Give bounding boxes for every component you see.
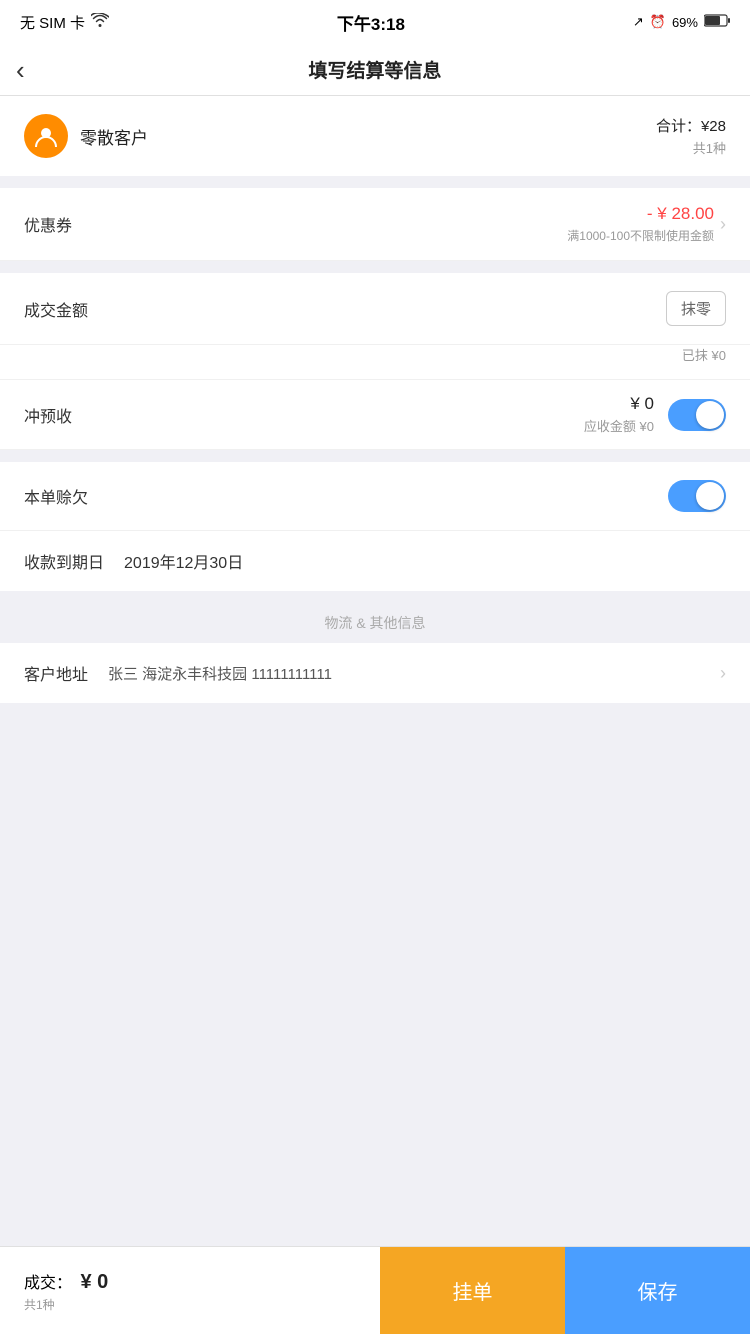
debit-toggle-knob bbox=[696, 482, 724, 510]
carrier-text: 无 SIM 卡 bbox=[20, 12, 85, 33]
divider-1 bbox=[0, 176, 750, 188]
customer-left: 零散客户 bbox=[24, 114, 148, 158]
divider-4 bbox=[0, 591, 750, 603]
round-zero-button[interactable]: 抹零 bbox=[666, 291, 726, 326]
address-value: 张三 海淀永丰科技园 11111111111 bbox=[108, 663, 694, 684]
transaction-amount-input[interactable]: 0 bbox=[576, 296, 656, 322]
advance-main-amount: ¥ 0 bbox=[584, 394, 654, 414]
logistics-label: 物流 & 其他信息 bbox=[324, 613, 425, 633]
alarm-icon: ⏰ bbox=[650, 14, 666, 30]
advance-label: 冲预收 bbox=[24, 403, 72, 427]
coupon-label: 优惠券 bbox=[24, 212, 72, 236]
nav-bar: ‹ 填写结算等信息 bbox=[0, 44, 750, 96]
customer-name: 零散客户 bbox=[80, 124, 148, 149]
address-chevron: › bbox=[720, 663, 726, 684]
battery-icon bbox=[704, 14, 730, 30]
customer-avatar bbox=[24, 114, 68, 158]
advance-row: 冲预收 ¥ 0 应收金额 ¥0 bbox=[0, 380, 750, 450]
logistics-section-header: 物流 & 其他信息 bbox=[0, 603, 750, 643]
status-time: 下午3:18 bbox=[337, 10, 405, 35]
bottom-summary: 成交： ¥ 0 共1种 bbox=[0, 1269, 380, 1313]
status-bar: 无 SIM 卡 下午3:18 ↗ ⏰ 69% bbox=[0, 0, 750, 44]
customer-right: 合计：¥28 共1种 bbox=[656, 115, 726, 157]
status-right: ↗ ⏰ 69% bbox=[633, 14, 730, 30]
transaction-label: 成交金额 bbox=[24, 297, 88, 321]
advance-toggle[interactable] bbox=[668, 399, 726, 431]
coupon-row[interactable]: 优惠券 - ¥ 28.00 满1000-100不限制使用金额 › bbox=[0, 188, 750, 261]
empty-space bbox=[0, 715, 750, 915]
coupon-desc: 满1000-100不限制使用金额 bbox=[567, 227, 714, 244]
nav-title: 填写结算等信息 bbox=[308, 56, 441, 83]
transaction-note: 已抹 ¥0 bbox=[682, 348, 726, 363]
due-date-row: 收款到期日 2019年12月30日 bbox=[0, 530, 750, 591]
transaction-row: 成交金额 0 抹零 bbox=[0, 273, 750, 345]
bottom-bar: 成交： ¥ 0 共1种 挂单 保存 bbox=[0, 1246, 750, 1334]
divider-2 bbox=[0, 261, 750, 273]
debit-toggle[interactable] bbox=[668, 480, 726, 512]
bottom-count: 共1种 bbox=[24, 1296, 356, 1313]
content: 零散客户 合计：¥28 共1种 优惠券 - ¥ 28.00 满1000-100不… bbox=[0, 96, 750, 1003]
back-button[interactable]: ‹ bbox=[16, 57, 25, 83]
customer-total: 合计：¥28 bbox=[656, 115, 726, 136]
location-icon: ↗ bbox=[633, 14, 644, 30]
coupon-right: - ¥ 28.00 满1000-100不限制使用金额 bbox=[567, 204, 714, 244]
divider-3 bbox=[0, 450, 750, 462]
customer-section: 零散客户 合计：¥28 共1种 bbox=[0, 96, 750, 176]
due-date-value: 2019年12月30日 bbox=[124, 549, 243, 573]
coupon-chevron: › bbox=[720, 214, 726, 235]
address-row[interactable]: 客户地址 张三 海淀永丰科技园 11111111111 › bbox=[0, 643, 750, 703]
advance-toggle-knob bbox=[696, 401, 724, 429]
bottom-deal-amount: ¥ 0 bbox=[80, 1271, 108, 1293]
bottom-deal-row: 成交： ¥ 0 bbox=[24, 1269, 356, 1294]
due-date-label: 收款到期日 bbox=[24, 549, 104, 573]
battery-text: 69% bbox=[672, 15, 698, 30]
transaction-section: 成交金额 0 抹零 已抹 ¥0 冲预收 ¥ 0 应收金额 ¥0 bbox=[0, 273, 750, 450]
advance-sub-amount: 应收金额 ¥0 bbox=[584, 416, 654, 435]
hang-order-button[interactable]: 挂单 bbox=[380, 1247, 565, 1334]
debit-label: 本单赊欠 bbox=[24, 484, 88, 508]
debit-row: 本单赊欠 bbox=[0, 462, 750, 530]
save-button[interactable]: 保存 bbox=[565, 1247, 750, 1334]
address-label: 客户地址 bbox=[24, 661, 88, 685]
customer-count: 共1种 bbox=[656, 138, 726, 157]
wifi-icon bbox=[91, 13, 109, 31]
bottom-deal-label: 成交： bbox=[24, 1275, 72, 1292]
transaction-right: 0 抹零 bbox=[88, 291, 726, 326]
divider-5 bbox=[0, 703, 750, 715]
advance-amounts: ¥ 0 应收金额 ¥0 bbox=[584, 394, 654, 435]
advance-top: 冲预收 ¥ 0 应收金额 ¥0 bbox=[24, 394, 726, 435]
status-left: 无 SIM 卡 bbox=[20, 12, 109, 33]
coupon-amount: - ¥ 28.00 bbox=[567, 204, 714, 224]
